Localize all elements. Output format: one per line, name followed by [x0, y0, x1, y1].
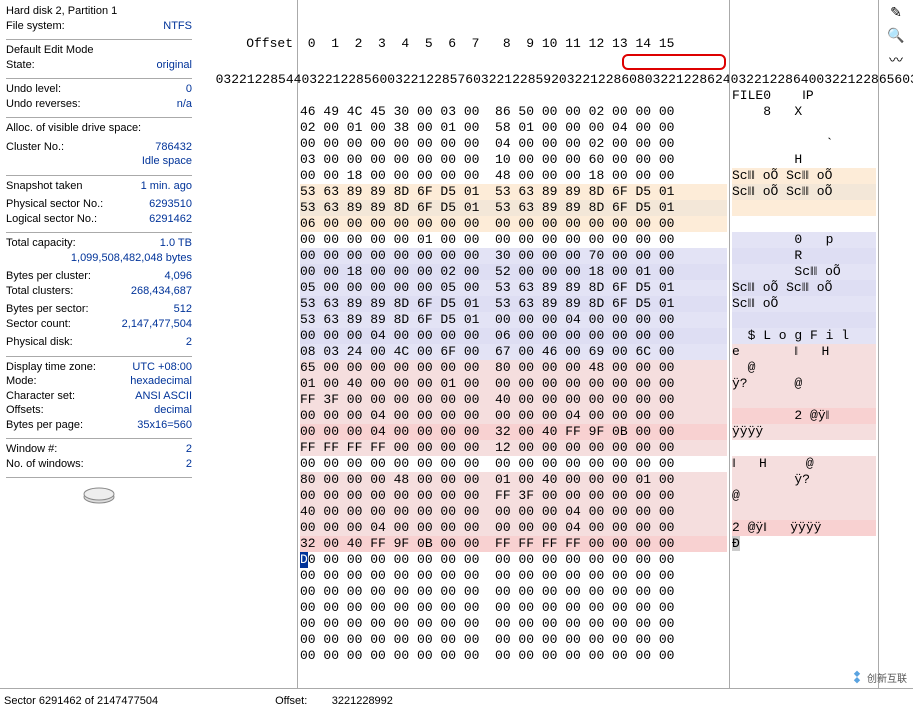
hex-row[interactable]: 00 00 00 04 00 00 00 00 00 00 00 04 00 0…	[300, 520, 727, 536]
hex-row[interactable]: 00 00 18 00 00 00 00 00 48 00 00 00 18 0…	[300, 168, 727, 184]
wave-icon[interactable]: 〰	[889, 50, 903, 70]
ascii-row[interactable]: Ð	[732, 536, 876, 552]
hex-row[interactable]: 06 00 00 00 00 00 00 00 00 00 00 00 00 0…	[300, 216, 727, 232]
hex-row[interactable]: 00 00 00 00 00 00 00 00 00 00 00 00 00 0…	[300, 616, 727, 632]
ascii-row[interactable]: `	[732, 136, 876, 152]
hex-row[interactable]: 03 00 00 00 00 00 00 00 10 00 00 00 60 0…	[300, 152, 727, 168]
info-sidebar: Hard disk 2, Partition 1 File system:NTF…	[0, 0, 198, 688]
hex-row[interactable]: 00 00 00 00 00 00 00 00 04 00 00 00 02 0…	[300, 136, 727, 152]
hex-row[interactable]: FF 3F 00 00 00 00 00 00 40 00 00 00 00 0…	[300, 392, 727, 408]
ascii-row[interactable]: ÿ? @	[732, 376, 876, 392]
hex-row[interactable]: 53 63 89 89 8D 6F D5 01 00 00 00 04 00 0…	[300, 312, 727, 328]
ascii-row[interactable]: $ L o g F i l	[732, 328, 876, 344]
hex-row[interactable]: 00 00 00 00 00 01 00 00 00 00 00 00 00 0…	[300, 232, 727, 248]
ascii-row[interactable]: 2 @ÿ‖ ÿÿÿÿ	[732, 520, 876, 536]
hex-row[interactable]: 46 49 4C 45 30 00 03 00 86 50 00 00 02 0…	[300, 104, 727, 120]
status-sector: Sector 6291462 of 2147477504	[4, 695, 204, 707]
ascii-row[interactable]	[732, 200, 876, 216]
hex-row[interactable]: 01 00 40 00 00 00 01 00 00 00 00 00 00 0…	[300, 376, 727, 392]
ascii-row[interactable]: Sc‖‖ oÕ	[732, 264, 876, 280]
ascii-row[interactable]	[732, 632, 876, 648]
ascii-row[interactable]: Sc‖‖ oÕ	[732, 296, 876, 312]
ascii-row[interactable]	[732, 120, 876, 136]
ascii-row[interactable]: R	[732, 248, 876, 264]
ascii-row[interactable]: Sc‖‖ oÕ Sc‖‖ oÕ	[732, 280, 876, 296]
hex-row[interactable]: 00 00 00 00 00 00 00 00 00 00 00 00 00 0…	[300, 584, 727, 600]
tool-strip: ✎ 🔍 〰	[878, 0, 913, 688]
ascii-row[interactable]: FILE0 ‖P	[732, 88, 876, 104]
ascii-row[interactable]: 8 X	[732, 104, 876, 120]
ascii-row[interactable]	[732, 568, 876, 584]
hex-row[interactable]: 00 00 00 04 00 00 00 00 00 00 00 04 00 0…	[300, 408, 727, 424]
ascii-row[interactable]	[732, 216, 876, 232]
search-icon[interactable]: 🔍	[887, 27, 904, 44]
hex-row[interactable]: 40 00 00 00 00 00 00 00 00 00 00 04 00 0…	[300, 504, 727, 520]
hex-row[interactable]: 00 00 18 00 00 00 02 00 52 00 00 00 18 0…	[300, 264, 727, 280]
ascii-row[interactable]: @	[732, 488, 876, 504]
ascii-row[interactable]	[732, 584, 876, 600]
ascii-row[interactable]: 0 p	[732, 232, 876, 248]
filesystem-value: NTFS	[163, 19, 192, 34]
ascii-row[interactable]	[732, 504, 876, 520]
ascii-row[interactable]	[732, 440, 876, 456]
ascii-row[interactable]	[732, 392, 876, 408]
pencil-icon[interactable]: ✎	[890, 4, 902, 21]
ascii-row[interactable]	[732, 600, 876, 616]
ascii-row[interactable]	[732, 552, 876, 568]
hex-row[interactable]: 53 63 89 89 8D 6F D5 01 53 63 89 89 8D 6…	[300, 184, 727, 200]
ascii-row[interactable]: ÿÿÿÿ	[732, 424, 876, 440]
hex-row[interactable]: 00 00 00 00 00 00 00 00 00 00 00 00 00 0…	[300, 648, 727, 664]
hex-row[interactable]: 00 00 00 00 00 00 00 00 FF 3F 00 00 00 0…	[300, 488, 727, 504]
hex-row[interactable]: 53 63 89 89 8D 6F D5 01 53 63 89 89 8D 6…	[300, 296, 727, 312]
ascii-row[interactable]	[732, 312, 876, 328]
hex-row[interactable]: 00 00 00 00 00 00 00 00 00 00 00 00 00 0…	[300, 568, 727, 584]
hex-row[interactable]: 00 00 00 00 00 00 00 00 00 00 00 00 00 0…	[300, 456, 727, 472]
ascii-row[interactable]: 2 @ÿ‖	[732, 408, 876, 424]
hex-row[interactable]: 00 00 00 04 00 00 00 00 06 00 00 00 00 0…	[300, 328, 727, 344]
hex-row[interactable]: 08 03 24 00 4C 00 6F 00 67 00 46 00 69 0…	[300, 344, 727, 360]
hex-row[interactable]: 80 00 00 00 48 00 00 00 01 00 40 00 00 0…	[300, 472, 727, 488]
disk-icon	[6, 486, 192, 508]
hex-row[interactable]: 02 00 01 00 38 00 01 00 58 01 00 00 00 0…	[300, 120, 727, 136]
hex-row[interactable]: 00 00 00 00 00 00 00 00 00 00 00 00 00 0…	[300, 632, 727, 648]
hex-row[interactable]: 53 63 89 89 8D 6F D5 01 53 63 89 89 8D 6…	[300, 200, 727, 216]
cluster-no: 786432	[155, 140, 192, 155]
status-bar: Sector 6291462 of 2147477504 Offset: 322…	[0, 688, 913, 713]
ascii-row[interactable]: H	[732, 152, 876, 168]
offset-column[interactable]: Offset 032212285440322122856003221228576…	[198, 0, 298, 688]
watermark-logo: 创新互联	[849, 669, 907, 685]
status-offset: 3221228992	[332, 695, 393, 707]
ascii-row[interactable]: @	[732, 360, 876, 376]
hex-row[interactable]: D0 00 00 00 00 00 00 00 00 00 00 00 00 0…	[300, 552, 727, 568]
hex-row[interactable]: 32 00 40 FF 9F 0B 00 00 FF FF FF FF 00 0…	[300, 536, 727, 552]
ascii-row[interactable]: ‖ H @	[732, 456, 876, 472]
highlight-circle-icon	[622, 54, 726, 70]
ascii-column[interactable]: FILE0 ‖P 8 X ` H Sc‖‖ oÕ Sc‖‖ oÕ Sc‖‖ oÕ…	[730, 0, 878, 688]
ascii-row[interactable]: Sc‖‖ oÕ Sc‖‖ oÕ	[732, 168, 876, 184]
offset-value: 03221228544	[216, 72, 302, 87]
hex-row[interactable]: 65 00 00 00 00 00 00 00 80 00 00 00 48 0…	[300, 360, 727, 376]
hex-column[interactable]: 0 1 2 3 4 5 6 7 8 9 10 11 12 13 14 15 46…	[298, 0, 730, 688]
hex-header: 0 1 2 3 4 5 6 7 8 9 10 11 12 13 14 15	[300, 36, 727, 56]
hex-row[interactable]: 05 00 00 00 00 00 05 00 53 63 89 89 8D 6…	[300, 280, 727, 296]
state-value: original	[157, 58, 192, 73]
ascii-row[interactable]	[732, 616, 876, 632]
hex-row[interactable]: 00 00 00 00 00 00 00 00 00 00 00 00 00 0…	[300, 600, 727, 616]
hex-row[interactable]: 00 00 00 00 00 00 00 00 30 00 00 00 70 0…	[300, 248, 727, 264]
disk-label: Hard disk 2, Partition 1	[6, 4, 117, 19]
ascii-row[interactable]: ÿ?	[732, 472, 876, 488]
ascii-row[interactable]: Sc‖‖ oÕ Sc‖‖ oÕ	[732, 184, 876, 200]
hex-row[interactable]: FF FF FF FF 00 00 00 00 12 00 00 00 00 0…	[300, 440, 727, 456]
ascii-row[interactable]: e ‖ H	[732, 344, 876, 360]
hex-row[interactable]: 00 00 00 04 00 00 00 00 32 00 40 FF 9F 0…	[300, 424, 727, 440]
offset-header: Offset	[200, 36, 293, 56]
